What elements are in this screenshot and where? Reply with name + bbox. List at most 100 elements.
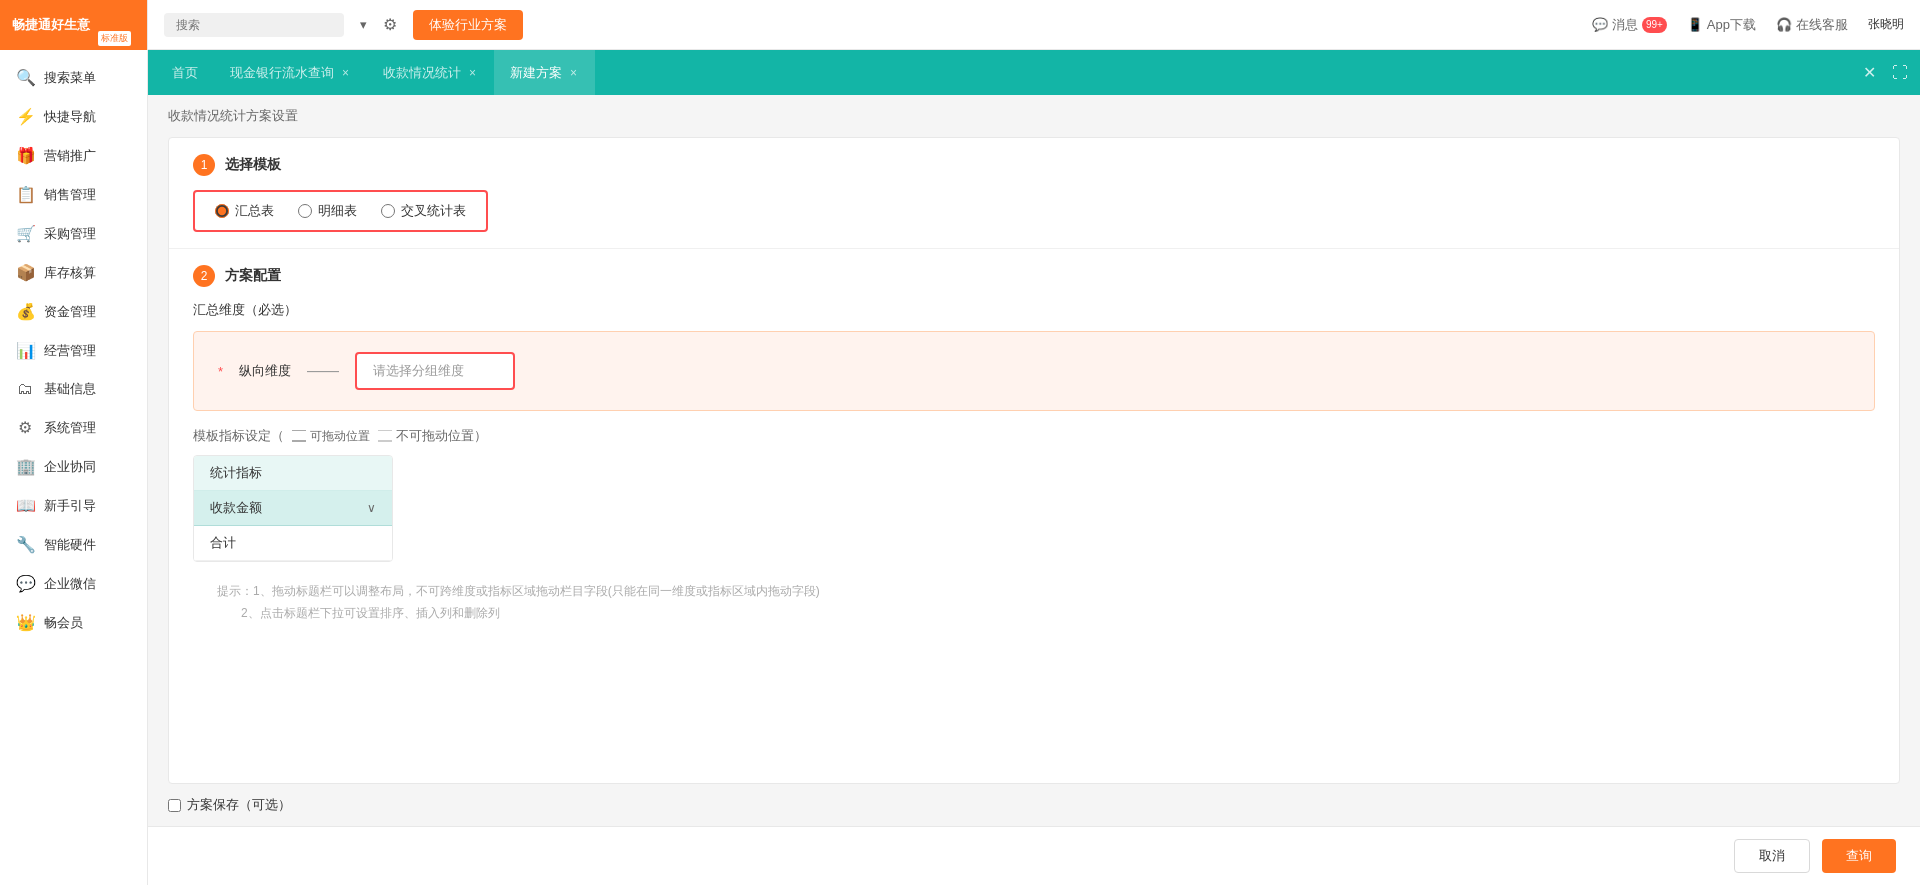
template-radio-group: 汇总表 明细表 交叉统计表 xyxy=(215,202,466,220)
radio-summary-input[interactable] xyxy=(215,204,229,218)
step2-circle: 2 xyxy=(193,265,215,287)
tip2: 2、点击标题栏下拉可设置排序、插入列和删除列 xyxy=(217,603,1851,625)
sidebar-item-finance[interactable]: 💰 资金管理 xyxy=(0,292,147,331)
tab-new-plan-close[interactable]: × xyxy=(568,64,579,82)
form-container: 1 选择模板 汇总表 明细表 xyxy=(168,137,1900,784)
drag-dots-icon xyxy=(292,430,306,442)
search-input[interactable] xyxy=(164,13,344,37)
support-icon: 🎧 xyxy=(1776,17,1792,32)
sidebar-item-system[interactable]: ⚙ 系统管理 xyxy=(0,408,147,447)
step2-title: 方案配置 xyxy=(225,267,281,285)
col-label: 收款金额 xyxy=(210,499,262,517)
sidebar-item-basic-info[interactable]: 🗂 基础信息 xyxy=(0,370,147,408)
save-plan-checkbox[interactable] xyxy=(168,799,181,812)
cancel-button[interactable]: 取消 xyxy=(1734,839,1810,873)
dimension-area: * 纵向维度 —— 请选择分组维度 xyxy=(193,331,1875,411)
tab-collection-stats[interactable]: 收款情况统计 × xyxy=(367,50,494,95)
radio-detail-input[interactable] xyxy=(298,204,312,218)
dimension-arrow: —— xyxy=(307,362,339,380)
vertical-dimension-label: 纵向维度 xyxy=(239,362,291,380)
radio-cross-table[interactable]: 交叉统计表 xyxy=(381,202,466,220)
notification-button[interactable]: 💬 消息 99+ xyxy=(1592,16,1667,34)
sidebar-item-guide[interactable]: 📖 新手引导 xyxy=(0,486,147,525)
radio-detail-table[interactable]: 明细表 xyxy=(298,202,357,220)
step1-template-selection: 1 选择模板 汇总表 明细表 xyxy=(169,138,1899,249)
sidebar-item-member[interactable]: 👑 畅会员 xyxy=(0,603,147,642)
sidebar-item-label: 基础信息 xyxy=(44,380,96,398)
sidebar-item-label: 系统管理 xyxy=(44,419,96,437)
tips-section: 提示：1、拖动标题栏可以调整布局，不可跨维度或指标区域拖动栏目字段(只能在同一维… xyxy=(193,565,1875,632)
customer-support-button[interactable]: 🎧 在线客服 xyxy=(1776,16,1848,34)
basic-info-icon: 🗂 xyxy=(16,380,34,398)
query-button[interactable]: 查询 xyxy=(1822,839,1896,873)
enterprise-icon: 🏢 xyxy=(16,457,34,476)
purchase-icon: 🛒 xyxy=(16,224,34,243)
notification-icon: 💬 xyxy=(1592,17,1608,32)
radio-summary-table[interactable]: 汇总表 xyxy=(215,202,274,220)
industry-solution-button[interactable]: 体验行业方案 xyxy=(413,10,523,40)
dimension-select-button[interactable]: 请选择分组维度 xyxy=(355,352,515,390)
smart-hw-icon: 🔧 xyxy=(16,535,34,554)
inventory-icon: 📦 xyxy=(16,263,34,282)
sidebar-item-purchase[interactable]: 🛒 采购管理 xyxy=(0,214,147,253)
sidebar-item-wechat[interactable]: 💬 企业微信 xyxy=(0,564,147,603)
tab-home-label: 首页 xyxy=(172,64,198,82)
app-download-button[interactable]: 📱 App下载 xyxy=(1687,16,1756,34)
window-maximize-icon[interactable]: ⛶ xyxy=(1888,60,1912,86)
dimension-section-label: 汇总维度（必选） xyxy=(193,301,1875,319)
sidebar-item-label: 智能硬件 xyxy=(44,536,96,554)
tab-bank-flow-close[interactable]: × xyxy=(340,64,351,82)
metrics-column-header[interactable]: 收款金额 ∨ xyxy=(194,491,392,526)
metrics-section: 模板指标设定（ 可拖动位置 不可拖动位置） 统计指标 xyxy=(193,427,1875,565)
settings-gear-icon[interactable]: ⚙ xyxy=(383,15,397,34)
sidebar-item-quick-nav[interactable]: ⚡ 快捷导航 xyxy=(0,97,147,136)
metrics-label: 模板指标设定（ 可拖动位置 不可拖动位置） xyxy=(193,427,1875,445)
sidebar-item-marketing[interactable]: 🎁 营销推广 xyxy=(0,136,147,175)
chevron-down-icon[interactable]: ∨ xyxy=(367,501,376,515)
window-close-icon[interactable]: ✕ xyxy=(1859,59,1880,86)
main-area: ▾ ⚙ 体验行业方案 💬 消息 99+ 📱 App下载 🎧 在线客服 张晓明 首… xyxy=(148,0,1920,885)
operations-icon: 📊 xyxy=(16,341,34,360)
page-content: 收款情况统计方案设置 1 选择模板 汇总表 xyxy=(148,95,1920,826)
marketing-icon: 🎁 xyxy=(16,146,34,165)
sidebar-item-enterprise[interactable]: 🏢 企业协同 xyxy=(0,447,147,486)
logo-badge: 标准版 xyxy=(98,31,131,46)
non-draggable-indicator: 不可拖动位置） xyxy=(378,427,487,445)
dimension-label-text: 汇总维度（必选） xyxy=(193,302,297,317)
sidebar-nav: 🔍 搜索菜单 ⚡ 快捷导航 🎁 营销推广 📋 销售管理 🛒 采购管理 📦 库存核… xyxy=(0,50,147,885)
tabbar: 首页 现金银行流水查询 × 收款情况统计 × 新建方案 × ✕ ⛶ xyxy=(148,50,1920,95)
breadcrumb-text: 收款情况统计方案设置 xyxy=(168,108,298,123)
logo-text: 畅捷通好生意 xyxy=(12,17,90,34)
app-download-icon: 📱 xyxy=(1687,17,1703,32)
sidebar-item-operations[interactable]: 📊 经营管理 xyxy=(0,331,147,370)
tab-home[interactable]: 首页 xyxy=(156,50,214,95)
wechat-icon: 💬 xyxy=(16,574,34,593)
total-label: 合计 xyxy=(210,535,236,550)
radio-cross-input[interactable] xyxy=(381,204,395,218)
tab-bank-flow[interactable]: 现金银行流水查询 × xyxy=(214,50,367,95)
tip1: 提示：1、拖动标题栏可以调整布局，不可跨维度或指标区域拖动栏目字段(只能在同一维… xyxy=(217,581,1851,603)
dropdown-arrow-icon[interactable]: ▾ xyxy=(360,17,367,32)
step1-header: 1 选择模板 xyxy=(193,154,1875,176)
sidebar-item-label: 采购管理 xyxy=(44,225,96,243)
tip2-label: 2、点击标题栏下拉可设置排序、插入列和删除列 xyxy=(217,606,500,620)
finance-icon: 💰 xyxy=(16,302,34,321)
vertical-dimension-row: * 纵向维度 —— 请选择分组维度 xyxy=(218,352,1850,390)
metrics-table-header: 统计指标 xyxy=(194,456,392,491)
tab-new-plan[interactable]: 新建方案 × xyxy=(494,50,595,95)
sidebar-item-label: 资金管理 xyxy=(44,303,96,321)
sidebar-item-smart-hw[interactable]: 🔧 智能硬件 xyxy=(0,525,147,564)
radio-cross-label: 交叉统计表 xyxy=(401,202,466,220)
sidebar-item-search-menu[interactable]: 🔍 搜索菜单 xyxy=(0,58,147,97)
stats-header-label: 统计指标 xyxy=(210,464,262,482)
system-icon: ⚙ xyxy=(16,418,34,437)
save-plan-label[interactable]: 方案保存（可选） xyxy=(168,796,291,814)
member-icon: 👑 xyxy=(16,613,34,632)
tab-collection-stats-close[interactable]: × xyxy=(467,64,478,82)
sidebar-item-label: 销售管理 xyxy=(44,186,96,204)
draggable-indicator: 可拖动位置 xyxy=(292,428,370,445)
metrics-total-row: 合计 xyxy=(194,526,392,561)
sidebar-item-inventory[interactable]: 📦 库存核算 xyxy=(0,253,147,292)
sidebar-item-sales[interactable]: 📋 销售管理 xyxy=(0,175,147,214)
step1-title: 选择模板 xyxy=(225,156,281,174)
